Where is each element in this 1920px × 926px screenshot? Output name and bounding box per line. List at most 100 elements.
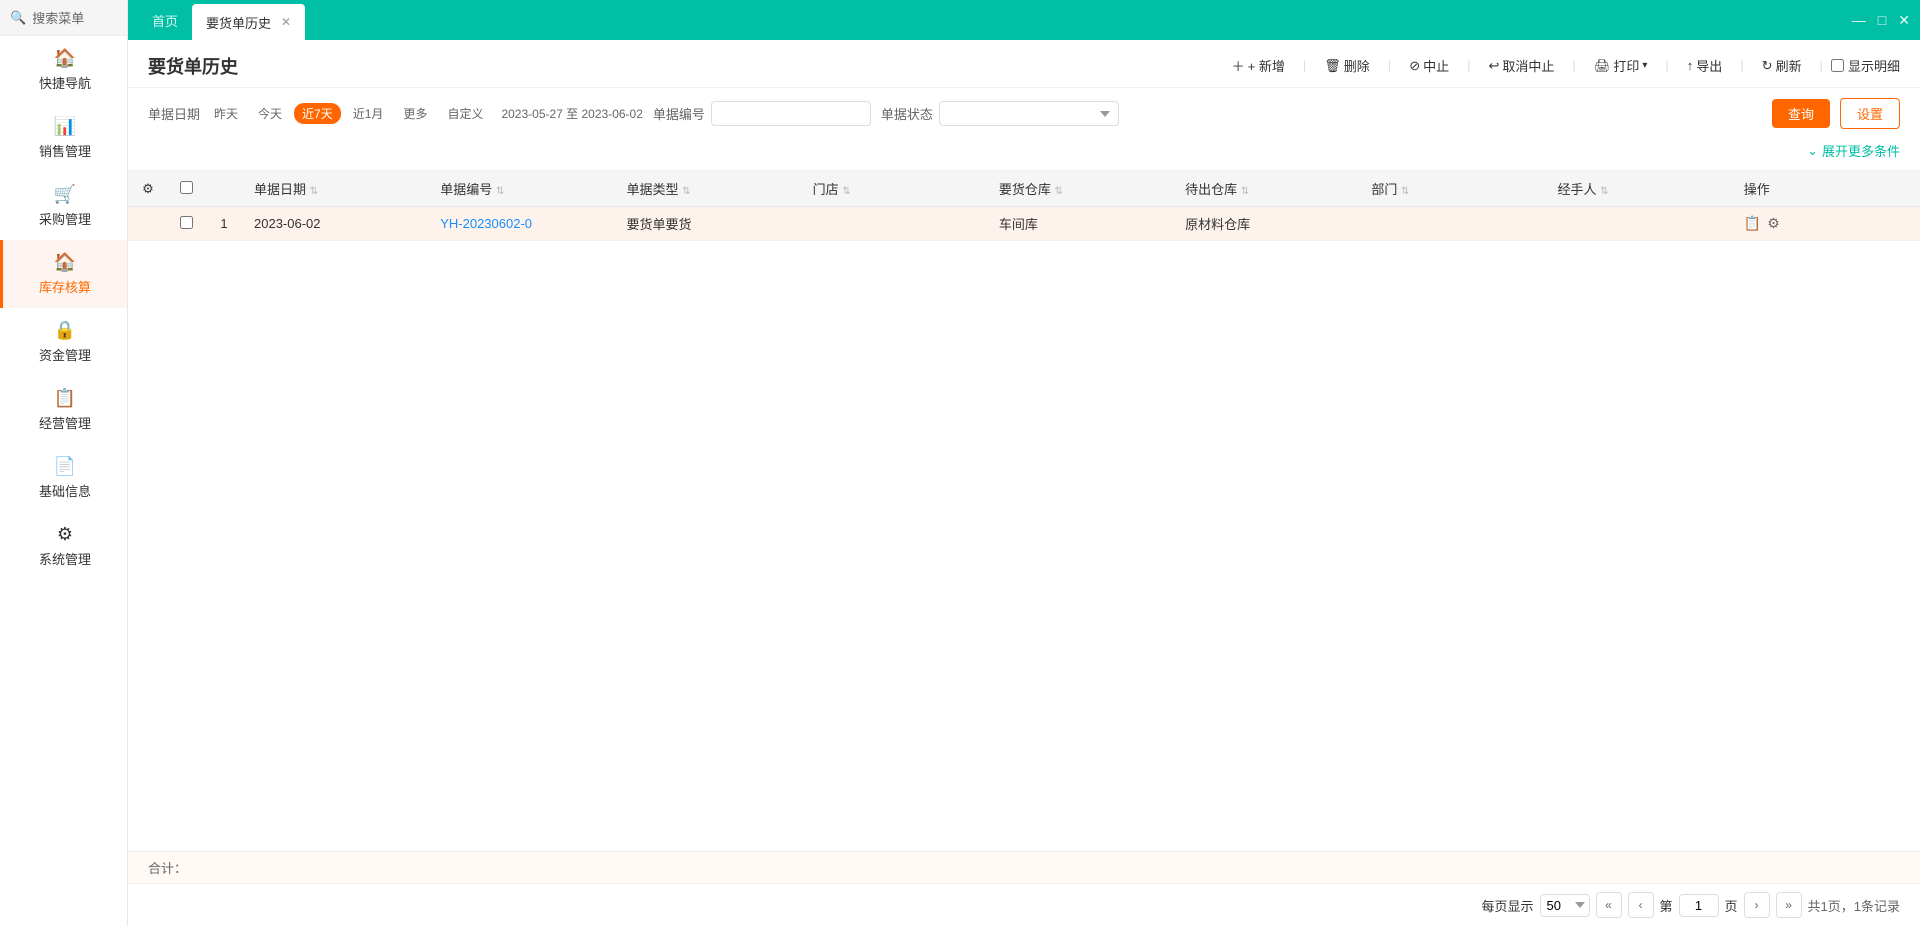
sidebar-item-finance[interactable]: 🔒 资金管理 [0,308,127,376]
total-label: 合计： [148,858,187,877]
stop-button[interactable]: ⊘ 中止 [1399,52,1459,79]
sidebar-item-purchase[interactable]: 🛒 采购管理 [0,172,127,240]
col-pending-warehouse-label: 待出仓库 [1185,182,1237,197]
tab-home-label: 首页 [152,11,178,30]
sidebar-item-basic[interactable]: 📄 基础信息 [0,444,127,512]
sidebar-item-label: 经营管理 [39,413,91,432]
home-icon: 🏠 [54,48,76,69]
cell-handler [1548,207,1734,241]
expand-more-btn[interactable]: ⌄ 展开更多条件 [1807,141,1900,160]
tab-history[interactable]: 要货单历史 ✕ [192,4,305,40]
display-detail-label: 显示明细 [1848,56,1900,75]
sidebar-item-operation[interactable]: 📋 经营管理 [0,376,127,444]
query-button[interactable]: 查询 [1772,99,1830,128]
per-page-label: 每页显示 [1481,896,1533,915]
purchase-icon: 🛒 [54,184,76,205]
date-option-custom[interactable]: 自定义 [439,103,491,124]
tab-home[interactable]: 首页 [138,0,192,40]
last-page-button[interactable]: » [1776,892,1802,918]
doc-status-label: 单据状态 [881,104,933,123]
col-pending-warehouse: 待出仓库 ⇅ [1175,171,1361,207]
delete-icon: 🗑 [1324,58,1341,74]
search-menu-label: 搜索菜单 [32,8,84,27]
row-doc-type: 要货单要货 [626,217,691,232]
sales-icon: 📊 [54,116,76,137]
table-header: ⚙ 单据日期 ⇅ 单据编号 ⇅ [128,171,1920,207]
pagination-info: 共1页，1条记录 [1808,896,1900,915]
row-checkbox[interactable] [180,216,193,229]
sidebar: 🔍 搜索菜单 🏠 快捷导航 📊 销售管理 🛒 采购管理 🏠 库存核算 🔒 资金管… [0,0,128,926]
cancel-stop-button[interactable]: ↩ 取消中止 [1479,52,1565,79]
col-doc-no-label: 单据编号 [440,182,492,197]
date-option-week7[interactable]: 近7天 [294,103,341,124]
date-option-month1[interactable]: 近1月 [345,103,392,124]
sort-icon-req-warehouse[interactable]: ⇅ [1055,186,1063,197]
cell-date: 2023-06-02 [244,207,430,241]
doc-number-input[interactable] [711,101,871,126]
col-dept-label: 部门 [1371,182,1397,197]
settings-button[interactable]: 设置 [1840,98,1900,129]
col-req-warehouse: 要货仓库 ⇅ [989,171,1175,207]
export-button[interactable]: ↑ 导出 [1677,52,1733,79]
date-option-more[interactable]: 更多 [395,103,435,124]
sort-icon-doc-no[interactable]: ⇅ [496,186,504,197]
cell-dept [1361,207,1547,241]
basic-icon: 📄 [54,456,76,477]
page-number-input[interactable] [1679,894,1719,917]
cell-checkbox [168,207,204,241]
tab-close-icon[interactable]: ✕ [281,15,291,29]
display-detail-toggle[interactable]: 显示明细 [1831,56,1900,75]
tab-history-label: 要货单历史 [206,13,271,32]
print-button[interactable]: 🖨 打印 ▾ [1584,52,1658,79]
row-num: 1 [220,216,227,231]
inventory-icon: 🏠 [54,252,76,273]
prev-page-button[interactable]: ‹ [1628,892,1654,918]
doc-number-filter: 单据编号 [653,101,871,126]
col-req-warehouse-label: 要货仓库 [999,182,1051,197]
date-option-today[interactable]: 今天 [250,103,290,124]
display-detail-checkbox[interactable] [1831,59,1844,72]
sidebar-item-label: 销售管理 [39,141,91,160]
sidebar-item-label: 快捷导航 [39,73,91,92]
sidebar-item-label: 基础信息 [39,481,91,500]
new-icon: ＋ [1232,56,1245,75]
delete-label: 删除 [1344,56,1370,75]
cell-store [803,207,989,241]
delete-button[interactable]: 🗑 删除 [1314,52,1380,79]
refresh-button[interactable]: ↻ 刷新 [1752,52,1812,79]
sidebar-item-inventory[interactable]: 🏠 库存核算 [0,240,127,308]
close-button[interactable]: ✕ [1898,12,1910,29]
doc-status-select[interactable] [939,101,1119,126]
col-dept: 部门 ⇅ [1361,171,1547,207]
sidebar-item-system[interactable]: ⚙ 系统管理 [0,512,127,580]
table-area: ⚙ 单据日期 ⇅ 单据编号 ⇅ [128,171,1920,851]
sidebar-item-home[interactable]: 🏠 快捷导航 [0,36,127,104]
sort-icon-store[interactable]: ⇅ [842,186,850,197]
stop-label: 中止 [1423,56,1449,75]
search-menu[interactable]: 🔍 搜索菜单 [0,0,127,36]
col-settings[interactable]: ⚙ [128,171,168,207]
doc-no-link[interactable]: YH-20230602-0 [440,216,532,231]
cell-doc-no: YH-20230602-0 [430,207,616,241]
row-req-warehouse: 车间库 [999,217,1038,232]
next-page-button[interactable]: › [1744,892,1770,918]
sort-icon-pending-warehouse[interactable]: ⇅ [1241,186,1249,197]
col-store-label: 门店 [813,182,839,197]
minimize-button[interactable]: — [1852,12,1866,28]
sort-icon-handler[interactable]: ⇅ [1600,186,1608,197]
toolbar: ＋ + 新增 | 🗑 删除 | ⊘ 中止 | ↩ 取消中止 | [1222,52,1900,79]
page-header: 要货单历史 ＋ + 新增 | 🗑 删除 | ⊘ 中止 | ↩ [128,40,1920,88]
view-action-icon[interactable]: 📋 [1744,215,1761,232]
sidebar-item-sales[interactable]: 📊 销售管理 [0,104,127,172]
date-option-yesterday[interactable]: 昨天 [206,103,246,124]
per-page-select[interactable]: 10 20 50 100 [1540,894,1590,917]
sort-icon-date[interactable]: ⇅ [310,186,318,197]
new-button[interactable]: ＋ + 新增 [1222,52,1295,79]
sort-icon-doc-type[interactable]: ⇅ [682,186,690,197]
edit-action-icon[interactable]: ⚙ [1767,215,1780,232]
sort-icon-dept[interactable]: ⇅ [1401,186,1409,197]
select-all-checkbox[interactable] [180,181,193,194]
maximize-button[interactable]: □ [1878,12,1886,28]
print-chevron-icon: ▾ [1642,60,1647,71]
first-page-button[interactable]: « [1596,892,1622,918]
